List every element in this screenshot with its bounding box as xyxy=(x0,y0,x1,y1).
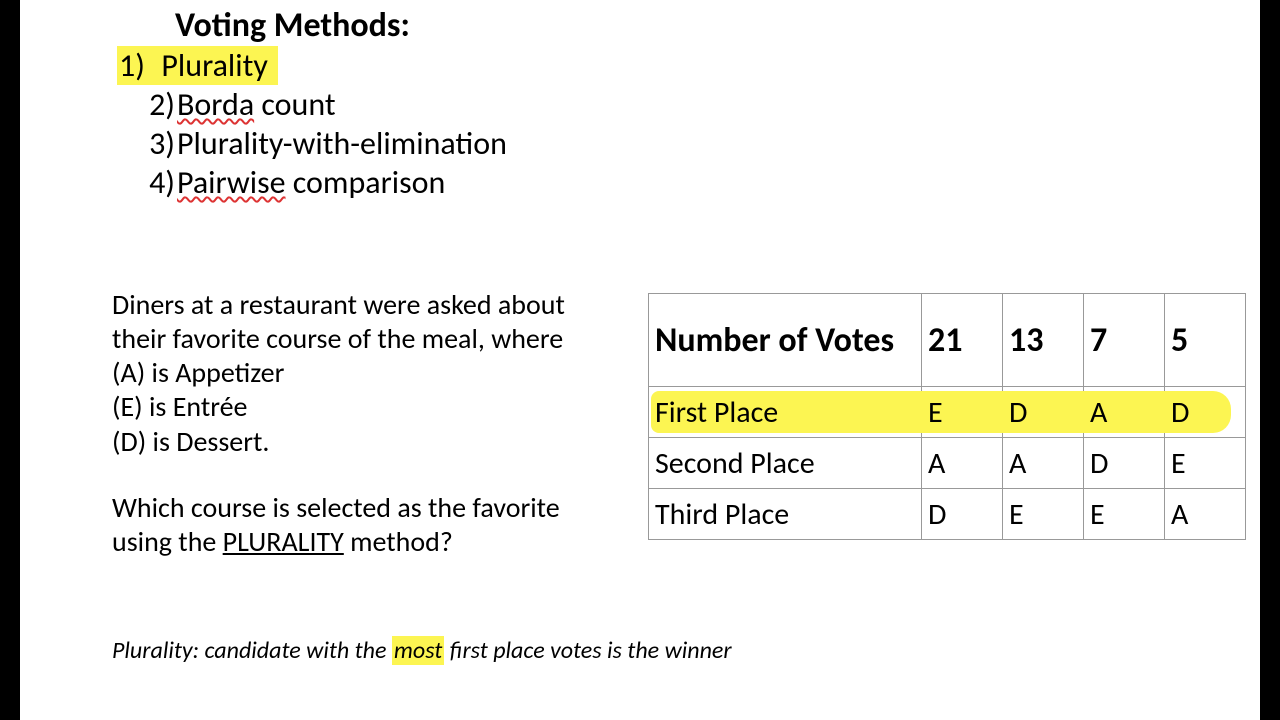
method-1-hl: 1) Plurality xyxy=(117,46,278,85)
table-row-second: Second Place A A D E xyxy=(649,438,1246,489)
method-1: 1) Plurality xyxy=(135,46,507,85)
table-header-row: Number of Votes 21 13 7 5 xyxy=(649,294,1246,387)
table-cell: E xyxy=(1084,489,1165,540)
prompt-text: Diners at a restaurant were asked about … xyxy=(112,288,582,559)
first-place-cell: First Place xyxy=(649,387,922,438)
methods-list: 1) Plurality 2) Borda count 3) Plurality… xyxy=(135,46,507,202)
preference-table: Number of Votes 21 13 7 5 First Place E … xyxy=(648,293,1246,540)
table-row-first: First Place E D A D xyxy=(649,387,1246,438)
method-2: 2) Borda count xyxy=(135,85,507,124)
table-cell: E xyxy=(1003,489,1084,540)
method-4: 4) Pairwise comparison xyxy=(135,163,507,202)
header-col: 5 xyxy=(1165,294,1246,387)
table-cell: A xyxy=(1003,438,1084,489)
method-3: 3) Plurality-with-elimination xyxy=(135,124,507,163)
table-cell: A xyxy=(1165,489,1246,540)
header-votes: Number of Votes xyxy=(649,294,922,387)
table-cell: D xyxy=(922,489,1003,540)
table-cell: E xyxy=(1165,438,1246,489)
header-col: 13 xyxy=(1003,294,1084,387)
table-cell: A xyxy=(922,438,1003,489)
table-row-third: Third Place D E E A xyxy=(649,489,1246,540)
header-col: 21 xyxy=(922,294,1003,387)
slide: Voting Methods: 1) Plurality 2) Borda co… xyxy=(20,0,1260,720)
prompt-d: (D) is Dessert. xyxy=(112,425,582,459)
highlight-most: most xyxy=(392,636,444,665)
squiggle-text: Pairwise xyxy=(177,163,286,202)
row-label: Second Place xyxy=(649,438,922,489)
table-cell: D xyxy=(1084,438,1165,489)
prompt-a: (A) is Appetizer xyxy=(112,356,582,390)
squiggle-text: Borda xyxy=(177,85,254,124)
footer-definition: Plurality: candidate with the most first… xyxy=(112,636,732,665)
plurality-word: PLURALITY xyxy=(223,524,344,559)
prompt-question: Which course is selected as the favorite… xyxy=(112,491,582,559)
row-label: Third Place xyxy=(649,489,922,540)
header-col: 7 xyxy=(1084,294,1165,387)
prompt-e: (E) is Entrée xyxy=(112,390,582,424)
heading-voting-methods: Voting Methods: xyxy=(175,5,410,46)
prompt-intro: Diners at a restaurant were asked about … xyxy=(112,288,582,356)
